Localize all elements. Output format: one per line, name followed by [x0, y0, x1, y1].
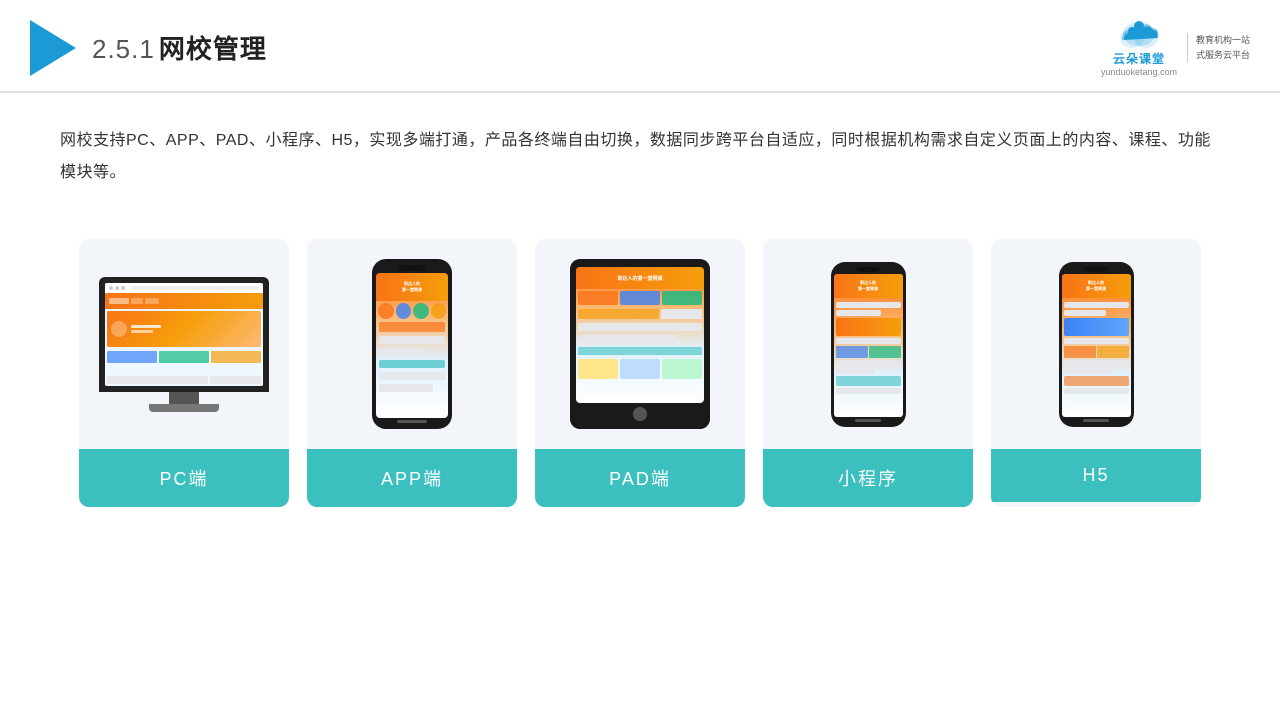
card-pc: PC端	[79, 239, 289, 507]
card-h5-image: 职达人的第一堂网课	[991, 239, 1201, 449]
phone-screen: 职达人的第一堂网课	[376, 273, 448, 418]
card-pad-label: PAD端	[535, 449, 745, 507]
phone-home-bar	[397, 420, 427, 423]
platform-cards: PC端 职达人的第一堂网课	[0, 209, 1280, 537]
page-title: 2.5.1网校管理	[92, 29, 267, 66]
card-h5: 职达人的第一堂网课	[991, 239, 1201, 507]
header-right: 云朵课堂 yunduoketang.com 教育机构一站式服务云平台	[1101, 18, 1250, 77]
card-miniprogram: 职达人的第一堂网课	[763, 239, 973, 507]
description-text: 网校支持PC、APP、PAD、小程序、H5，实现多端打通，产品各终端自由切换，数…	[0, 93, 1280, 209]
card-pad: 职达人的第一堂网课	[535, 239, 745, 507]
tablet-top-bar: 职达人的第一堂网课	[576, 267, 704, 289]
card-app-image: 职达人的第一堂网课	[307, 239, 517, 449]
mini-phone-home-bar	[855, 419, 881, 422]
brand-name: 云朵课堂	[1113, 50, 1165, 67]
card-miniprogram-label: 小程序	[763, 449, 973, 507]
tablet-home-button	[633, 407, 647, 421]
card-app-label: APP端	[307, 449, 517, 507]
cloud-logo-icon	[1112, 18, 1166, 50]
brand-logo: 云朵课堂 yunduoketang.com	[1101, 18, 1177, 77]
header: 2.5.1网校管理 云朵课堂 yunduoketang.com 教育机构一站式服…	[0, 0, 1280, 93]
app-phone-mockup: 职达人的第一堂网课	[372, 259, 452, 429]
pc-screen	[99, 277, 269, 392]
card-miniprogram-image: 职达人的第一堂网课	[763, 239, 973, 449]
mini-phone-notch	[856, 267, 880, 272]
tablet-screen: 职达人的第一堂网课	[576, 267, 704, 403]
card-pad-image: 职达人的第一堂网课	[535, 239, 745, 449]
mini-phone-screen: 职达人的第一堂网课	[834, 274, 903, 417]
h5-phone-screen: 职达人的第一堂网课	[1062, 274, 1131, 417]
pc-device-mockup	[99, 277, 269, 412]
miniprogram-phone-mockup: 职达人的第一堂网课	[831, 262, 906, 427]
header-left: 2.5.1网校管理	[30, 20, 267, 76]
card-h5-label: H5	[991, 449, 1201, 502]
h5-phone-mockup: 职达人的第一堂网课	[1059, 262, 1134, 427]
card-app: 职达人的第一堂网课	[307, 239, 517, 507]
brand-tagline: 教育机构一站式服务云平台	[1187, 33, 1250, 62]
h5-phone-notch	[1084, 267, 1108, 272]
h5-phone-home-bar	[1083, 419, 1109, 422]
card-pc-label: PC端	[79, 449, 289, 507]
phone-notch	[398, 265, 426, 271]
logo-triangle-icon	[30, 20, 76, 76]
brand-domain: yunduoketang.com	[1101, 67, 1177, 77]
card-pc-image	[79, 239, 289, 449]
pad-tablet-mockup: 职达人的第一堂网课	[570, 259, 710, 429]
